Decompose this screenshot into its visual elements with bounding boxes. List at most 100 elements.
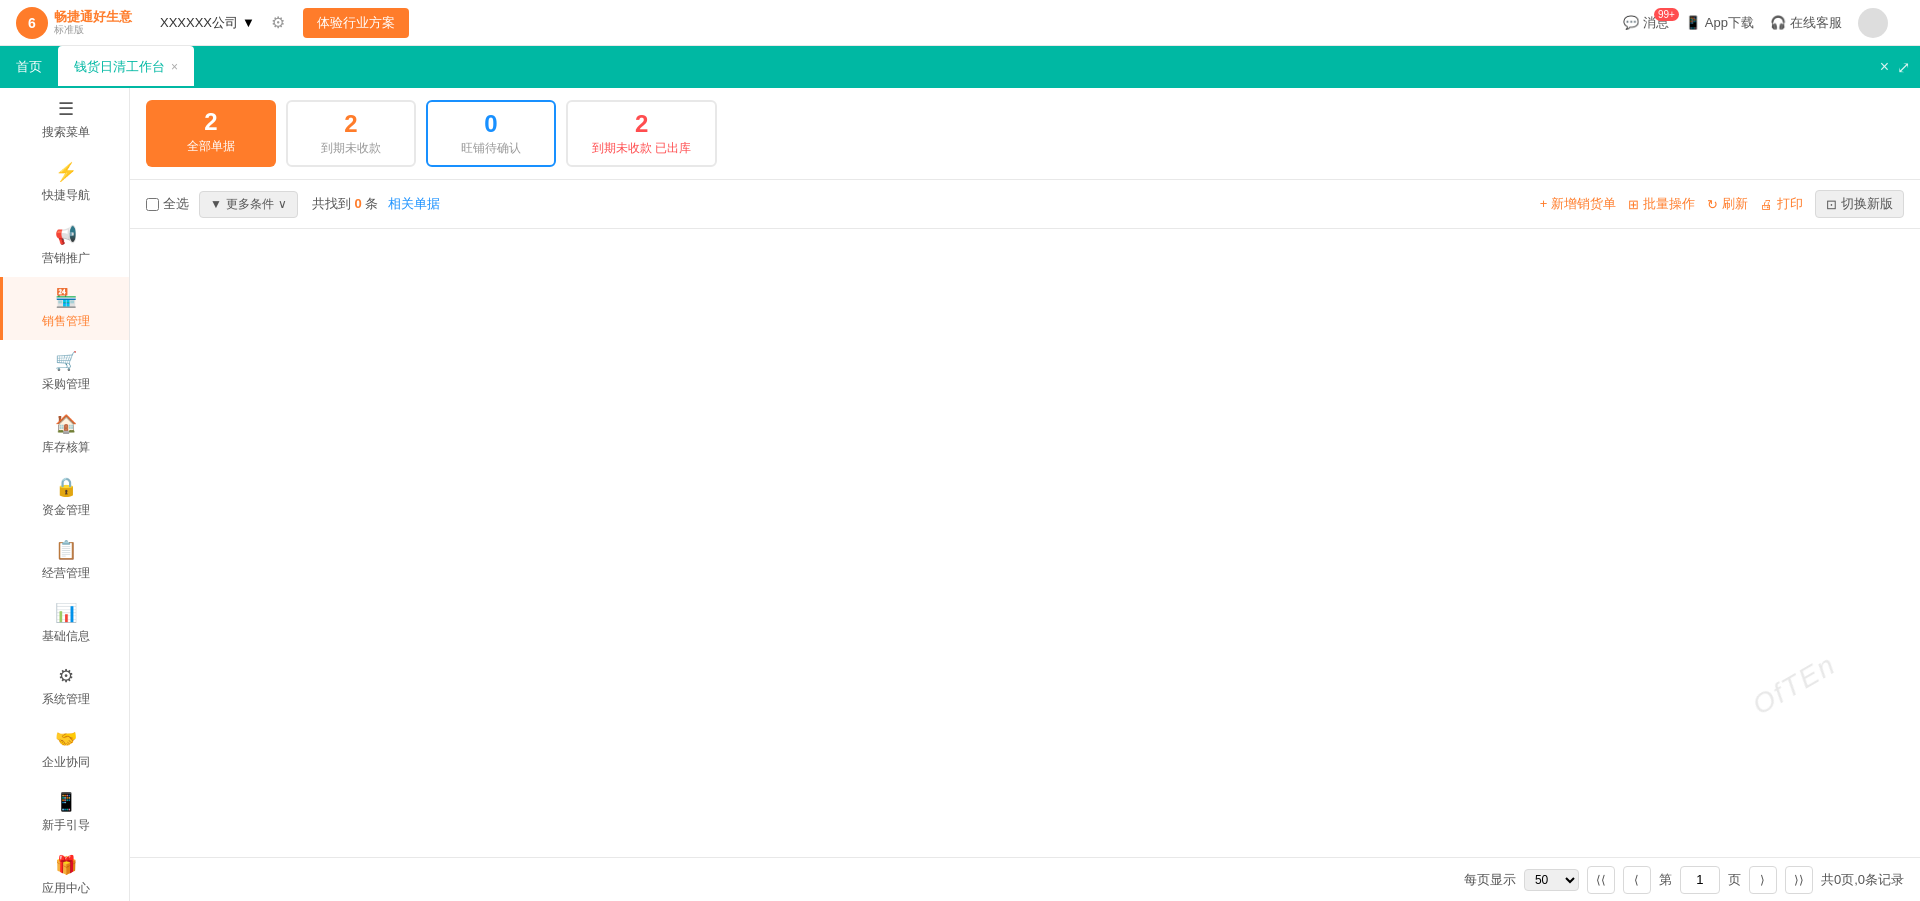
print-label: 打印 [1777,195,1803,213]
sidebar-item-finance[interactable]: 🔒 资金管理 [0,466,129,529]
filter-button[interactable]: ▼ 更多条件 ∨ [199,191,298,218]
sidebar-item-inventory[interactable]: 🏠 库存核算 [0,403,129,466]
sidebar-item-marketing[interactable]: 📢 营销推广 [0,214,129,277]
app-version: 标准版 [54,24,132,36]
sidebar-item-inventory-label: 库存核算 [42,439,90,456]
card-pending-label: 旺铺待确认 [461,140,521,157]
refresh-button[interactable]: ↻ 刷新 [1707,195,1748,213]
tab-workbench[interactable]: 钱货日清工作台 × [58,46,194,88]
card-shipped-label: 到期未收款 已出库 [592,140,691,157]
basic-icon: 📊 [55,602,77,624]
select-all-checkbox[interactable]: 全选 [146,195,189,213]
app-download[interactable]: 📱 App下载 [1685,14,1754,32]
layout: ☰ 搜索菜单 ⚡ 快捷导航 📢 营销推广 🏪 销售管理 🛒 采购管理 🏠 库存核… [0,88,1920,901]
page-label: 第 [1659,871,1672,889]
sidebar-item-appstore-label: 应用中心 [42,880,90,897]
refresh-label: 刷新 [1722,195,1748,213]
pagination-bar: 每页显示 50 100 200 ⟨⟨ ⟨ 第 页 ⟩ ⟩⟩ 共0页,0条记录 [130,857,1920,901]
message-icon: 💬 [1623,15,1639,30]
found-prefix: 共找到 [312,196,351,211]
found-text: 共找到 0 条 [312,195,378,213]
refresh-icon: ↻ [1707,197,1718,212]
appstore-icon: 🎁 [55,854,77,876]
sidebar-item-search[interactable]: ☰ 搜索菜单 [0,88,129,151]
sidebar-item-basic[interactable]: 📊 基础信息 [0,592,129,655]
message-area[interactable]: 💬 消息 99+ [1623,14,1669,32]
card-all[interactable]: 2 全部单据 [146,100,276,167]
batch-label: 批量操作 [1643,195,1695,213]
sidebar-item-purchase[interactable]: 🛒 采购管理 [0,340,129,403]
batch-icon: ⊞ [1628,197,1639,212]
sidebar-item-quicknav-label: 快捷导航 [42,187,90,204]
trial-button[interactable]: 体验行业方案 [303,8,409,38]
avatar[interactable] [1858,8,1888,38]
sidebar-item-cooperation-label: 企业协同 [42,754,90,771]
card-pending[interactable]: 0 旺铺待确认 [426,100,556,167]
filter-chevron-icon: ∨ [278,197,287,211]
related-docs-link[interactable]: 相关单据 [388,195,440,213]
online-service-label: 在线客服 [1790,14,1842,32]
online-service[interactable]: 🎧 在线客服 [1770,14,1842,32]
filter-icon: ▼ [210,197,222,211]
switch-icon: ⊡ [1826,197,1837,212]
app-download-icon: 📱 [1685,15,1701,30]
settings-icon[interactable]: ⚙ [271,13,285,32]
card-pending-number: 0 [484,110,497,138]
first-page-button[interactable]: ⟨⟨ [1587,866,1615,894]
sidebar-item-marketing-label: 营销推广 [42,250,90,267]
sidebar-item-sales[interactable]: 🏪 销售管理 [0,277,129,340]
tab-expand-button[interactable]: ⤢ [1897,58,1910,77]
summary-cards: 2 全部单据 2 到期未收款 0 旺铺待确认 2 到期未收款 已出库 [130,88,1920,180]
purchase-icon: 🛒 [55,350,77,372]
table-area [130,229,1920,857]
sidebar-item-guide[interactable]: 📱 新手引导 [0,781,129,844]
switch-version-button[interactable]: ⊡ 切换新版 [1815,190,1904,218]
card-overdue-label: 到期未收款 [321,140,381,157]
print-button[interactable]: 🖨 打印 [1760,195,1803,213]
sidebar-item-appstore[interactable]: 🎁 应用中心 [0,844,129,901]
inventory-icon: 🏠 [55,413,77,435]
main-content: 2 全部单据 2 到期未收款 0 旺铺待确认 2 到期未收款 已出库 全选 [130,88,1920,901]
checkbox-input[interactable] [146,198,159,211]
add-sale-button[interactable]: + 新增销货单 [1540,195,1616,213]
app-download-label: App下载 [1705,14,1754,32]
sidebar-item-cooperation[interactable]: 🤝 企业协同 [0,718,129,781]
tab-close-all-button[interactable]: × [1880,58,1889,76]
sidebar-item-operation[interactable]: 📋 经营管理 [0,529,129,592]
operation-icon: 📋 [55,539,77,561]
card-overdue[interactable]: 2 到期未收款 [286,100,416,167]
prev-page-button[interactable]: ⟨ [1623,866,1651,894]
header-left: 6 畅捷通好生意 标准版 XXXXXX公司 ▼ ⚙ 体验行业方案 [16,7,409,39]
last-page-button[interactable]: ⟩⟩ [1785,866,1813,894]
per-page-select[interactable]: 50 100 200 [1524,869,1579,891]
sales-icon: 🏪 [55,287,77,309]
select-all-label: 全选 [163,195,189,213]
company-selector[interactable]: XXXXXX公司 ▼ [160,14,255,32]
card-shipped[interactable]: 2 到期未收款 已出库 [566,100,717,167]
card-overdue-number: 2 [344,110,357,138]
system-icon: ⚙ [58,665,74,687]
sidebar-item-operation-label: 经营管理 [42,565,90,582]
tab-workbench-label: 钱货日清工作台 [74,58,165,76]
tab-home-label: 首页 [16,58,42,76]
tab-home[interactable]: 首页 [0,46,58,88]
logo-icon: 6 [16,7,48,39]
cooperation-icon: 🤝 [55,728,77,750]
card-all-label: 全部单据 [187,138,235,155]
page-number-input[interactable] [1680,866,1720,894]
finance-icon: 🔒 [55,476,77,498]
sidebar-item-system[interactable]: ⚙ 系统管理 [0,655,129,718]
dropdown-icon: ▼ [242,15,255,30]
logo-area: 6 畅捷通好生意 标准版 [16,7,132,39]
quicknav-icon: ⚡ [55,161,77,183]
per-page-label: 每页显示 [1464,871,1516,889]
sidebar-item-guide-label: 新手引导 [42,817,90,834]
batch-operation-button[interactable]: ⊞ 批量操作 [1628,195,1695,213]
logo-text: 畅捷通好生意 标准版 [54,9,132,37]
sidebar-item-purchase-label: 采购管理 [42,376,90,393]
sidebar: ☰ 搜索菜单 ⚡ 快捷导航 📢 营销推广 🏪 销售管理 🛒 采购管理 🏠 库存核… [0,88,130,901]
sidebar-item-quicknav[interactable]: ⚡ 快捷导航 [0,151,129,214]
marketing-icon: 📢 [55,224,77,246]
tab-close-icon[interactable]: × [171,60,178,74]
next-page-button[interactable]: ⟩ [1749,866,1777,894]
